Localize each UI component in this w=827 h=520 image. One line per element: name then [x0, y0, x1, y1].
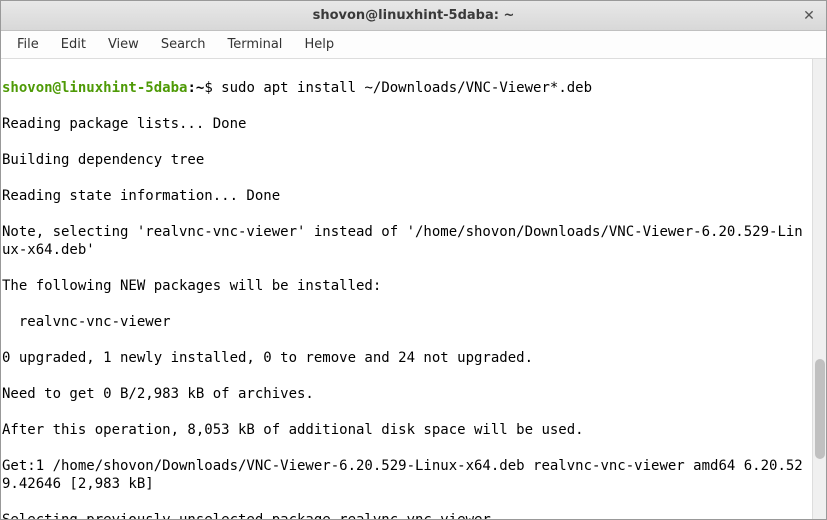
menu-search[interactable]: Search: [151, 33, 216, 56]
titlebar[interactable]: shovon@linuxhint-5daba: ~ ✕: [1, 1, 826, 31]
close-icon: ✕: [803, 8, 815, 24]
prompt-symbol: $: [204, 80, 221, 96]
menu-file[interactable]: File: [7, 33, 49, 56]
menubar: File Edit View Search Terminal Help: [1, 31, 826, 59]
output-line: Building dependency tree: [2, 151, 811, 169]
output-line: realvnc-vnc-viewer: [2, 313, 811, 331]
prompt-user-host: shovon@linuxhint-5daba: [2, 80, 187, 96]
output-line: After this operation, 8,053 kB of additi…: [2, 421, 811, 439]
terminal-area: shovon@linuxhint-5daba:~$ sudo apt insta…: [1, 59, 826, 519]
output-line: Note, selecting 'realvnc-vnc-viewer' ins…: [2, 223, 811, 259]
terminal-content[interactable]: shovon@linuxhint-5daba:~$ sudo apt insta…: [1, 59, 812, 519]
output-line: Selecting previously unselected package …: [2, 511, 811, 519]
prompt-colon: :: [187, 80, 195, 96]
scrollbar-thumb[interactable]: [815, 359, 825, 459]
menu-terminal[interactable]: Terminal: [217, 33, 292, 56]
command-text: sudo apt install ~/Downloads/VNC-Viewer*…: [221, 80, 592, 96]
prompt-line: shovon@linuxhint-5daba:~$ sudo apt insta…: [2, 79, 811, 97]
scrollbar[interactable]: [812, 59, 826, 519]
output-line: Get:1 /home/shovon/Downloads/VNC-Viewer-…: [2, 457, 811, 493]
menu-edit[interactable]: Edit: [51, 33, 96, 56]
output-line: 0 upgraded, 1 newly installed, 0 to remo…: [2, 349, 811, 367]
menu-view[interactable]: View: [98, 33, 149, 56]
menu-help[interactable]: Help: [294, 33, 344, 56]
output-line: Reading state information... Done: [2, 187, 811, 205]
close-button[interactable]: ✕: [800, 7, 818, 25]
terminal-output: shovon@linuxhint-5daba:~$ sudo apt insta…: [2, 61, 811, 519]
output-line: Need to get 0 B/2,983 kB of archives.: [2, 385, 811, 403]
output-line: Reading package lists... Done: [2, 115, 811, 133]
window-title: shovon@linuxhint-5daba: ~: [7, 8, 820, 23]
terminal-window: shovon@linuxhint-5daba: ~ ✕ File Edit Vi…: [0, 0, 827, 520]
output-line: The following NEW packages will be insta…: [2, 277, 811, 295]
